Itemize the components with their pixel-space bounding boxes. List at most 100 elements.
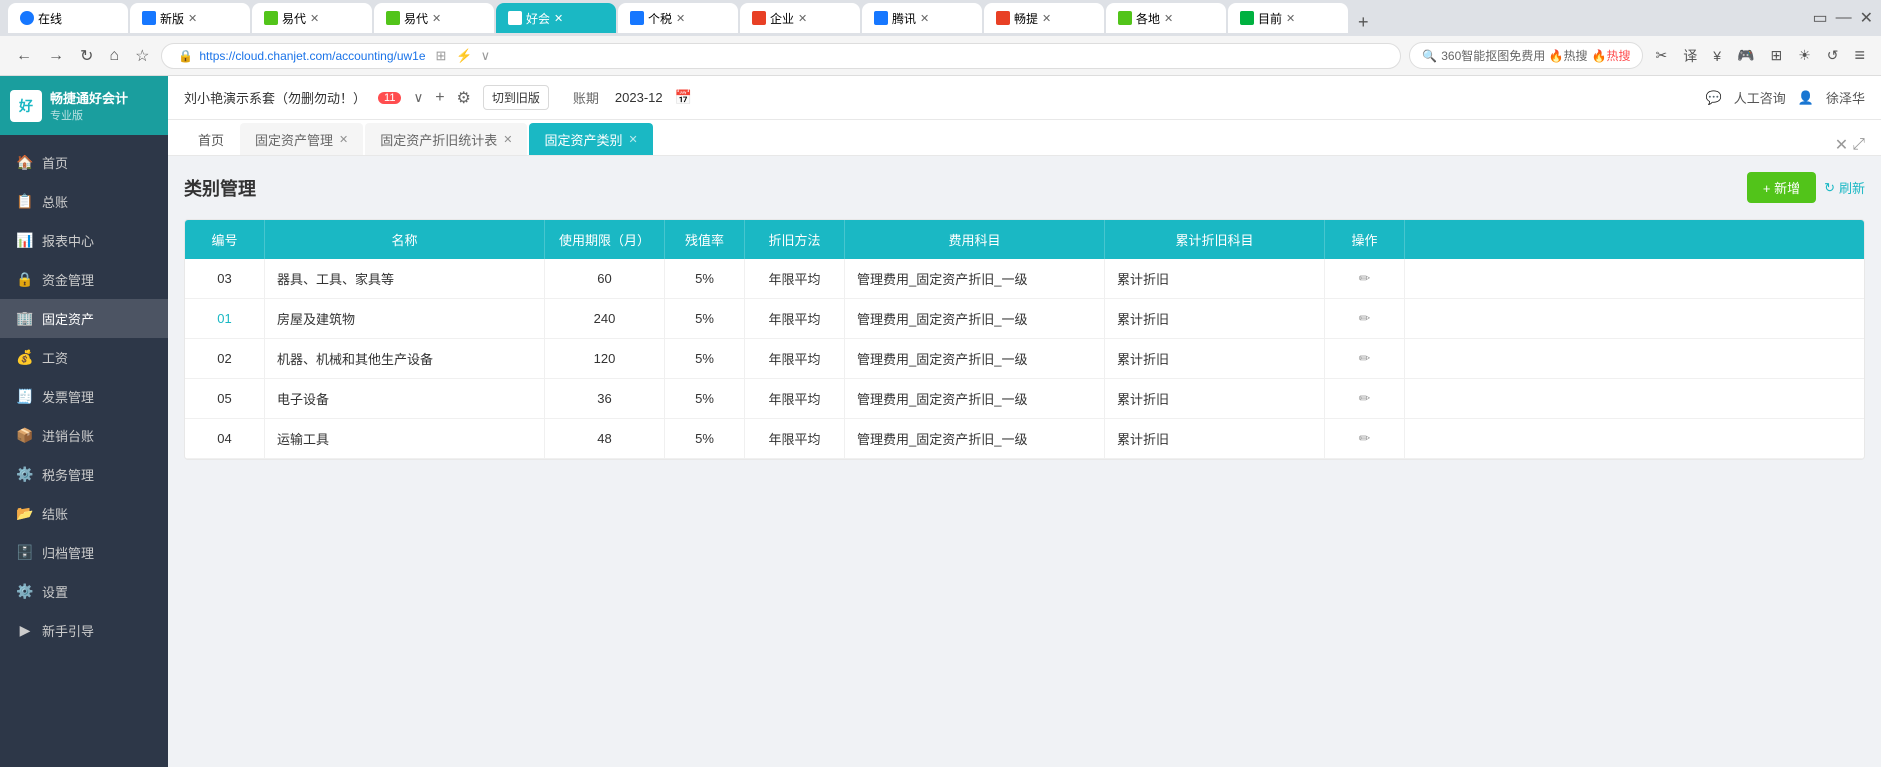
cell-rate-0: 5%: [665, 259, 745, 298]
tab-asset-management[interactable]: 固定资产管理 ✕: [240, 123, 363, 155]
browser-tab-7[interactable]: 腾讯 ✕: [862, 3, 982, 33]
cell-code-2: 02: [185, 339, 265, 378]
tab-depreciation-table[interactable]: 固定资产折旧统计表 ✕: [365, 123, 527, 155]
tab-maximize-button[interactable]: ⤢: [1852, 136, 1865, 154]
browser-tab-10[interactable]: 目前 ✕: [1228, 3, 1348, 33]
cell-rate-4: 5%: [665, 419, 745, 458]
topbar: 刘小艳演示系套（勿删勿动！） 11 ∨ + ⚙ 切到旧版 账期 2023-12 …: [168, 76, 1881, 120]
sidebar-item-tax[interactable]: ⚙️ 税务管理: [0, 455, 168, 494]
user-name[interactable]: 徐泽华: [1826, 88, 1865, 107]
col-header-code: 编号: [185, 220, 265, 259]
tab-home-label: 首页: [198, 130, 224, 149]
cell-expense-0: 管理费用_固定资产折旧_一级: [845, 259, 1105, 298]
col-header-rate: 残值率: [665, 220, 745, 259]
cell-action-1[interactable]: ✏: [1325, 299, 1405, 338]
cell-action-3[interactable]: ✏: [1325, 379, 1405, 418]
edit-icon-4[interactable]: ✏: [1359, 430, 1371, 447]
sidebar-item-close[interactable]: 📂 结账: [0, 494, 168, 533]
reports-icon: 📊: [16, 232, 34, 250]
edit-icon-3[interactable]: ✏: [1359, 390, 1371, 407]
sidebar-item-label-home: 首页: [42, 153, 68, 172]
home-button[interactable]: ⌂: [105, 43, 123, 69]
browser-tab-1[interactable]: 新版 ✕: [130, 3, 250, 33]
page-title-bar: 类别管理 + 新增 ↻ 刷新: [184, 172, 1865, 203]
col-header-months: 使用期限（月）: [545, 220, 665, 259]
sidebar-item-guide[interactable]: ▶ 新手引导: [0, 611, 168, 650]
tab-controls: ✕ ⤢: [1835, 135, 1865, 155]
address-bar[interactable]: 🔒 https://cloud.chanjet.com/accounting/u…: [161, 43, 1401, 69]
dropdown-button[interactable]: ∨: [413, 90, 423, 106]
scissors-button[interactable]: ✂: [1651, 43, 1671, 68]
cell-action-2[interactable]: ✏: [1325, 339, 1405, 378]
bookmark-button[interactable]: ☆: [131, 42, 153, 70]
menu-button[interactable]: ≡: [1850, 41, 1869, 70]
browser-tab-0[interactable]: 在线: [8, 3, 128, 33]
browser-tab-6[interactable]: 企业 ✕: [740, 3, 860, 33]
guide-icon: ▶: [16, 622, 34, 640]
sidebar-item-label-invoice: 发票管理: [42, 387, 94, 406]
cell-action-4[interactable]: ✏: [1325, 419, 1405, 458]
brightness-button[interactable]: ☀: [1794, 43, 1815, 68]
forward-button[interactable]: →: [44, 43, 68, 69]
service-icon: 💬: [1706, 90, 1722, 106]
sidebar-item-invoice[interactable]: 🧾 发票管理: [0, 377, 168, 416]
switch-version-button[interactable]: 切到旧版: [483, 85, 549, 110]
cell-code-0: 03: [185, 259, 265, 298]
table-row: 01 房屋及建筑物 240 5% 年限平均 管理费用_固定资产折旧_一级 累计折…: [185, 299, 1864, 339]
browser-tab-9[interactable]: 各地 ✕: [1106, 3, 1226, 33]
sidebar-item-archive[interactable]: 🗄️ 归档管理: [0, 533, 168, 572]
settings-gear-button[interactable]: ⚙: [457, 88, 471, 108]
edit-icon-2[interactable]: ✏: [1359, 350, 1371, 367]
undo-button[interactable]: ↺: [1823, 43, 1843, 68]
sidebar-item-assets[interactable]: 🏢 固定资产: [0, 299, 168, 338]
cell-action-0[interactable]: ✏: [1325, 259, 1405, 298]
add-account-button[interactable]: +: [435, 89, 444, 107]
coins-button[interactable]: ¥: [1709, 44, 1725, 68]
tab-asset-category[interactable]: 固定资产类别 ✕: [529, 123, 652, 155]
sidebar-item-label-close: 结账: [42, 504, 68, 523]
sidebar-item-label-tax: 税务管理: [42, 465, 94, 484]
data-table: 编号 名称 使用期限（月） 残值率 折旧方法 费用科目 累计折旧科目 操作 03…: [184, 219, 1865, 460]
sidebar-logo-sub: 专业版: [50, 107, 128, 123]
tab-asset-management-label: 固定资产管理: [255, 130, 333, 149]
sidebar-item-payroll[interactable]: 💰 工资: [0, 338, 168, 377]
sidebar-item-ledger[interactable]: 📋 总账: [0, 182, 168, 221]
browser-tab-3[interactable]: 易代 ✕: [374, 3, 494, 33]
browser-tab-4[interactable]: 好会 ✕: [496, 3, 616, 33]
refresh-button[interactable]: ↻ 刷新: [1824, 178, 1865, 197]
new-tab-button[interactable]: +: [1350, 12, 1377, 33]
grid-button[interactable]: ⊞: [1766, 43, 1786, 68]
sidebar-item-funds[interactable]: 🔒 资金管理: [0, 260, 168, 299]
browser-tab-2[interactable]: 易代 ✕: [252, 3, 372, 33]
game-button[interactable]: 🎮: [1733, 43, 1758, 68]
back-button[interactable]: ←: [12, 43, 36, 69]
browser-search[interactable]: 🔍 360智能抠图免费用 🔥热搜 🔥热搜: [1409, 42, 1643, 69]
app-container: 好 畅捷通好会计 专业版 🏠 首页 📋 总账 📊 报表中心 🔒 资金管理: [0, 76, 1881, 767]
sidebar-item-home[interactable]: 🏠 首页: [0, 143, 168, 182]
reload-button[interactable]: ↻: [76, 42, 97, 70]
translate-button[interactable]: 译: [1679, 42, 1701, 70]
add-category-button[interactable]: + 新增: [1747, 172, 1816, 203]
tab-close-all-button[interactable]: ✕: [1835, 135, 1848, 155]
edit-icon-0[interactable]: ✏: [1359, 270, 1371, 287]
tab-home[interactable]: 首页: [184, 124, 238, 155]
browser-tab-bar: 在线 新版 ✕ 易代 ✕ 易代 ✕ 好会 ✕ 个税 ✕ 企业: [0, 0, 1881, 36]
cell-method-4: 年限平均: [745, 419, 845, 458]
edit-icon-1[interactable]: ✏: [1359, 310, 1371, 327]
tab-depreciation-table-close[interactable]: ✕: [503, 133, 512, 146]
col-header-accumulated: 累计折旧科目: [1105, 220, 1325, 259]
cell-months-1: 240: [545, 299, 665, 338]
cell-method-0: 年限平均: [745, 259, 845, 298]
sidebar-item-label-archive: 归档管理: [42, 543, 94, 562]
sidebar-item-settings[interactable]: ⚙️ 设置: [0, 572, 168, 611]
sidebar-item-stock[interactable]: 📦 进销台账: [0, 416, 168, 455]
tab-asset-management-close[interactable]: ✕: [339, 133, 348, 146]
sidebar-item-reports[interactable]: 📊 报表中心: [0, 221, 168, 260]
browser-tab-5[interactable]: 个税 ✕: [618, 3, 738, 33]
cell-code-1[interactable]: 01: [185, 299, 265, 338]
calendar-icon[interactable]: 📅: [675, 89, 692, 106]
tab-asset-category-close[interactable]: ✕: [629, 133, 638, 146]
period-label: 账期: [573, 88, 599, 107]
browser-tab-8[interactable]: 畅提 ✕: [984, 3, 1104, 33]
service-text[interactable]: 人工咨询: [1734, 88, 1786, 107]
